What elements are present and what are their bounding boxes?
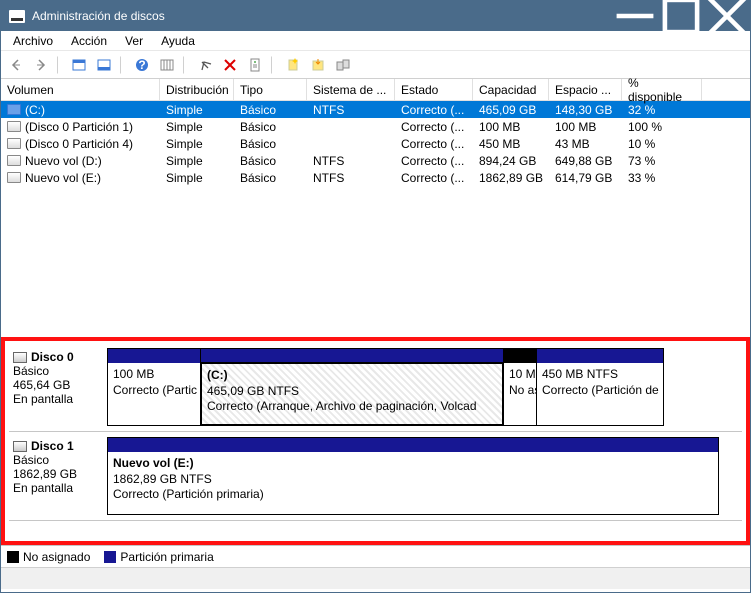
disk-row: Disco 1Básico1862,89 GBEn pantallaNuevo … [9, 432, 742, 521]
close-button[interactable] [704, 1, 750, 31]
volume-icon [7, 121, 21, 132]
col-volumen[interactable]: Volumen [1, 79, 160, 100]
column-headers: Volumen Distribución Tipo Sistema de ...… [1, 79, 750, 101]
menu-accion[interactable]: Acción [63, 33, 115, 49]
minimize-button[interactable] [612, 1, 658, 31]
volume-icon [7, 138, 21, 149]
table-row[interactable]: Nuevo vol (E:)SimpleBásicoNTFSCorrecto (… [1, 169, 750, 186]
volume-icon [7, 155, 21, 166]
back-button[interactable] [5, 54, 27, 76]
table-row[interactable]: Nuevo vol (D:)SimpleBásicoNTFSCorrecto (… [1, 152, 750, 169]
table-row[interactable]: (Disco 0 Partición 1)SimpleBásicoCorrect… [1, 118, 750, 135]
menu-ayuda[interactable]: Ayuda [153, 33, 203, 49]
col-sistema[interactable]: Sistema de ... [307, 79, 395, 100]
help-button[interactable]: ? [131, 54, 153, 76]
disk-icon [13, 441, 27, 452]
window-title: Administración de discos [32, 9, 165, 23]
separator [183, 56, 189, 74]
volume-icon [7, 104, 21, 115]
volume-icon [7, 172, 21, 183]
action2-button[interactable] [332, 54, 354, 76]
app-icon [9, 10, 25, 23]
col-espacio[interactable]: Espacio ... [549, 79, 622, 100]
menu-archivo[interactable]: Archivo [5, 33, 61, 49]
disk-row: Disco 0Básico465,64 GBEn pantalla100 MBC… [9, 343, 742, 432]
col-pct[interactable]: % disponible [622, 79, 702, 100]
view-top-button[interactable] [68, 54, 90, 76]
legend: No asignado Partición primaria [1, 545, 750, 567]
action1-button[interactable] [307, 54, 329, 76]
view-bottom-button[interactable] [93, 54, 115, 76]
titlebar: Administración de discos [1, 1, 750, 31]
separator [120, 56, 126, 74]
col-tipo[interactable]: Tipo [234, 79, 307, 100]
separator [57, 56, 63, 74]
disk-icon [13, 352, 27, 363]
col-capacidad[interactable]: Capacidad [473, 79, 549, 100]
partition[interactable]: 100 MBCorrecto (Partic [107, 348, 201, 426]
separator [271, 56, 277, 74]
refresh-button[interactable] [194, 54, 216, 76]
disk-layout-pane: Disco 0Básico465,64 GBEn pantalla100 MBC… [1, 337, 750, 545]
partition[interactable]: 450 MB NTFSCorrecto (Partición de [536, 348, 664, 426]
legend-unallocated: No asignado [7, 550, 90, 564]
table-row[interactable]: (Disco 0 Partición 4)SimpleBásicoCorrect… [1, 135, 750, 152]
partition[interactable]: (C:)465,09 GB NTFSCorrecto (Arranque, Ar… [200, 348, 504, 426]
menu-ver[interactable]: Ver [117, 33, 151, 49]
maximize-button[interactable] [658, 1, 704, 31]
properties-button[interactable] [244, 54, 266, 76]
partition[interactable]: 10 MBNo asig [503, 348, 537, 426]
partition[interactable]: Nuevo vol (E:)1862,89 GB NTFSCorrecto (P… [107, 437, 719, 515]
new-button[interactable] [282, 54, 304, 76]
volume-list[interactable]: (C:)SimpleBásicoNTFSCorrecto (...465,09 … [1, 101, 750, 337]
table-row[interactable]: (C:)SimpleBásicoNTFSCorrecto (...465,09 … [1, 101, 750, 118]
legend-primary: Partición primaria [104, 550, 213, 564]
settings-button[interactable] [156, 54, 178, 76]
col-estado[interactable]: Estado [395, 79, 473, 100]
delete-button[interactable] [219, 54, 241, 76]
forward-button[interactable] [30, 54, 52, 76]
col-distribucion[interactable]: Distribución [160, 79, 234, 100]
svg-text:?: ? [138, 58, 145, 72]
status-bar [1, 567, 750, 589]
